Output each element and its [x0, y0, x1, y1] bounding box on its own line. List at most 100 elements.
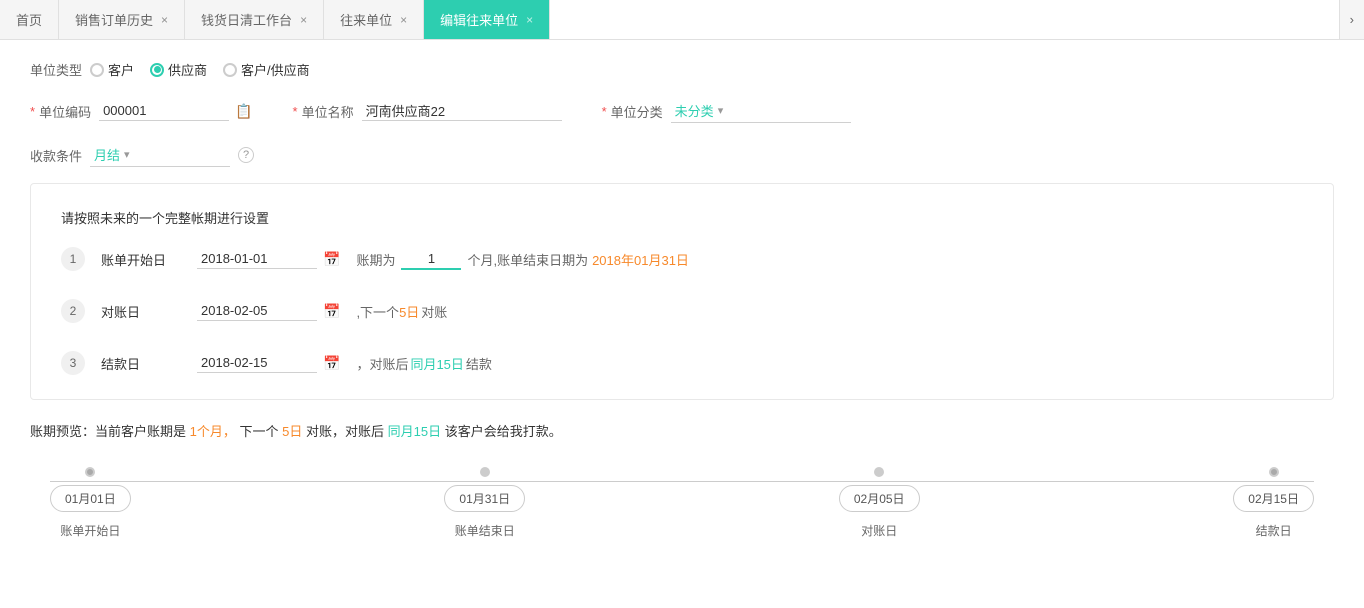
- timeline-dot-2: [480, 467, 490, 477]
- payment-condition-label: 收款条件: [30, 146, 82, 165]
- unit-code-star: *: [30, 104, 35, 119]
- timeline-badge-3: 02月05日: [839, 485, 920, 512]
- tab-home[interactable]: 首页: [0, 0, 59, 39]
- step-1-desc-prefix: 账期为: [356, 250, 395, 269]
- close-tab-sales-history[interactable]: ×: [161, 13, 168, 27]
- chevron-right-icon: ›: [1350, 12, 1354, 27]
- tab-cash-work-label: 钱货日清工作台: [201, 10, 292, 29]
- period-input[interactable]: [401, 249, 461, 270]
- step-3-date-input[interactable]: [197, 353, 317, 373]
- unit-code-input[interactable]: [99, 101, 229, 121]
- preview-text1: 下一个: [240, 424, 279, 439]
- unit-type-group: 单位类型 客户 供应商 客户/供应商: [30, 60, 310, 79]
- unit-code-label: 单位编码: [39, 102, 91, 121]
- step-2-calendar-icon[interactable]: 📅: [323, 303, 340, 320]
- timeline-point-2: 01月31日 账单结束日: [444, 467, 525, 539]
- radio-customer-label: 客户: [108, 60, 134, 79]
- step-2-label: 对账日: [101, 302, 181, 321]
- payment-condition-group: 收款条件 月结 ▾ ?: [30, 143, 254, 167]
- tab-home-label: 首页: [16, 10, 42, 29]
- timeline-dot-4: [1269, 467, 1279, 477]
- preview-text: 账期预览：当前客户账期是 1个月， 下一个 5日 对账，对账后 同月15日 该客…: [30, 420, 1334, 443]
- unit-category-value: 未分类: [675, 101, 714, 120]
- settings-card: 请按照未来的一个完整帐期进行设置 1 账单开始日 📅 账期为 个月,账单结束日期…: [30, 183, 1334, 400]
- step-2-date-input[interactable]: [197, 301, 317, 321]
- unit-name-input[interactable]: [362, 101, 562, 121]
- radio-both-circle: [223, 63, 237, 77]
- step-2-row: 2 对账日 📅 ,下一个 5日 对账: [61, 299, 1303, 323]
- chevron-down-icon: ▾: [718, 104, 724, 117]
- step-2-desc-highlight: 5日: [399, 302, 419, 321]
- radio-group-unit-type: 客户 供应商 客户/供应商: [90, 60, 310, 79]
- timeline-label-1: 账单开始日: [60, 522, 120, 539]
- radio-supplier[interactable]: 供应商: [150, 60, 207, 79]
- tab-sales-history-label: 销售订单历史: [75, 10, 153, 29]
- step-2-desc-prefix: ,下一个: [356, 302, 399, 321]
- timeline-container: 01月01日 账单开始日 01月31日 账单结束日 02月05日 对账日 02月…: [30, 467, 1334, 539]
- preview-highlight3: 同月15日: [388, 424, 441, 439]
- unit-name-group: * 单位名称: [293, 101, 562, 121]
- timeline-badge-4: 02月15日: [1233, 485, 1314, 512]
- step-1-row: 1 账单开始日 📅 账期为 个月,账单结束日期为 2018年01月31日: [61, 247, 1303, 271]
- close-tab-edit-counterparty[interactable]: ×: [526, 13, 533, 27]
- step-2-num: 2: [61, 299, 85, 323]
- timeline-dot-1: [85, 467, 95, 477]
- step-3-calendar-icon[interactable]: 📅: [323, 355, 340, 372]
- preview-text2: 对账，对账后: [306, 424, 384, 439]
- timeline-point-3: 02月05日 对账日: [839, 467, 920, 539]
- main-content: 单位类型 客户 供应商 客户/供应商 * 单位编码: [0, 40, 1364, 608]
- unit-name-label: 单位名称: [302, 102, 354, 121]
- step-2-desc-suffix: 对账: [421, 302, 447, 321]
- help-icon-payment[interactable]: ?: [238, 147, 254, 163]
- unit-category-select[interactable]: 未分类 ▾: [671, 99, 851, 123]
- step-3-date-wrap: 📅: [197, 353, 340, 373]
- radio-customer-circle: [90, 63, 104, 77]
- step-1-label: 账单开始日: [101, 250, 181, 269]
- preview-highlight2: 5日: [282, 424, 302, 439]
- tab-cash-work[interactable]: 钱货日清工作台 ×: [185, 0, 324, 39]
- timeline-points: 01月01日 账单开始日 01月31日 账单结束日 02月05日 对账日 02月…: [50, 467, 1314, 539]
- payment-row: 收款条件 月结 ▾ ?: [30, 143, 1334, 167]
- tab-counterparty[interactable]: 往来单位 ×: [324, 0, 424, 39]
- step-1-calendar-icon[interactable]: 📅: [323, 251, 340, 268]
- unit-type-label: 单位类型: [30, 60, 82, 79]
- step-3-desc-suffix: 结款: [466, 354, 492, 373]
- unit-category-label: 单位分类: [611, 102, 663, 121]
- step-2-date-wrap: 📅: [197, 301, 340, 321]
- timeline-point-1: 01月01日 账单开始日: [50, 467, 131, 539]
- close-tab-cash-work[interactable]: ×: [300, 13, 307, 27]
- card-title: 请按照未来的一个完整帐期进行设置: [61, 208, 1303, 227]
- timeline-label-3: 对账日: [861, 522, 897, 539]
- radio-customer[interactable]: 客户: [90, 60, 134, 79]
- step-3-desc-prefix: ，对账后: [356, 354, 408, 373]
- chevron-down-icon-payment: ▾: [124, 148, 130, 161]
- unit-code-group: * 单位编码 📋: [30, 101, 253, 121]
- timeline-point-4: 02月15日 结款日: [1233, 467, 1314, 539]
- step-1-date-input[interactable]: [197, 249, 317, 269]
- tab-more-button[interactable]: ›: [1339, 0, 1364, 39]
- unit-category-star: *: [602, 104, 607, 119]
- step-3-row: 3 结款日 📅 ，对账后 同月15日 结款: [61, 351, 1303, 375]
- timeline-badge-2: 01月31日: [444, 485, 525, 512]
- step-3-desc-highlight: 同月15日: [410, 354, 463, 373]
- radio-supplier-label: 供应商: [168, 60, 207, 79]
- radio-supplier-circle: [150, 63, 164, 77]
- tab-edit-counterparty-label: 编辑往来单位: [440, 10, 518, 29]
- radio-both-label: 客户/供应商: [241, 60, 310, 79]
- timeline-label-2: 账单结束日: [455, 522, 515, 539]
- preview-highlight1: 1个月，: [190, 424, 236, 439]
- step-3-num: 3: [61, 351, 85, 375]
- tab-sales-history[interactable]: 销售订单历史 ×: [59, 0, 185, 39]
- step-1-date-wrap: 📅: [197, 249, 340, 269]
- radio-both[interactable]: 客户/供应商: [223, 60, 310, 79]
- unit-type-row: 单位类型 客户 供应商 客户/供应商: [30, 60, 1334, 79]
- timeline-label-4: 结款日: [1256, 522, 1292, 539]
- payment-condition-select[interactable]: 月结 ▾: [90, 143, 230, 167]
- tab-edit-counterparty[interactable]: 编辑往来单位 ×: [424, 0, 550, 39]
- payment-condition-value: 月结: [94, 145, 120, 164]
- unit-code-icon[interactable]: 📋: [235, 103, 252, 120]
- close-tab-counterparty[interactable]: ×: [400, 13, 407, 27]
- unit-category-group: * 单位分类 未分类 ▾: [602, 99, 851, 123]
- step-3-label: 结款日: [101, 354, 181, 373]
- preview-text3: 该客户会给我打款。: [445, 424, 562, 439]
